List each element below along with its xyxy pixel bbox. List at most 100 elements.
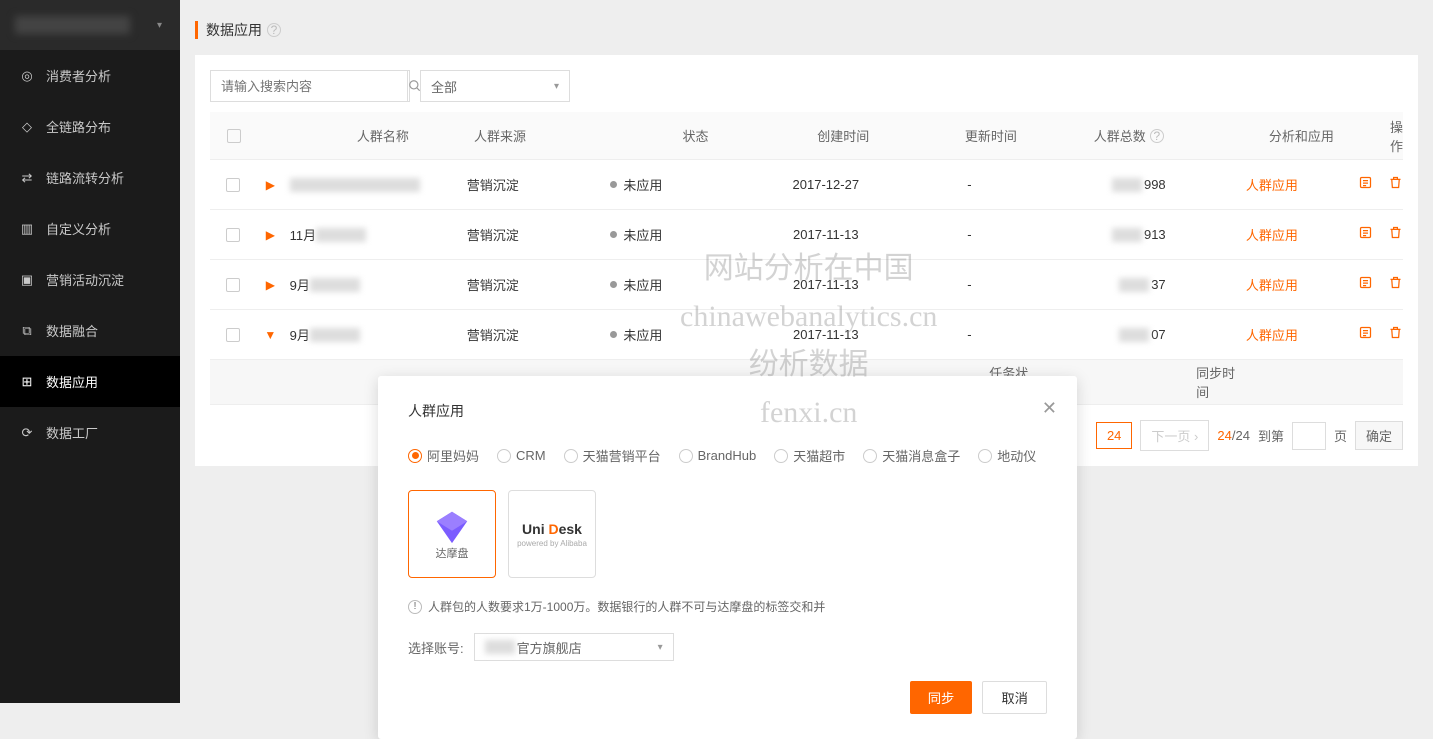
- cell-utime: -: [898, 227, 1042, 242]
- radio-option-6[interactable]: 地动仪: [978, 446, 1036, 465]
- jump-prefix: 到第: [1258, 426, 1284, 445]
- expand-icon[interactable]: ▶: [266, 228, 275, 242]
- nav-icon: ▥: [20, 222, 34, 236]
- radio-option-0[interactable]: 阿里妈妈: [408, 446, 479, 465]
- cell-status: 未应用: [610, 275, 754, 294]
- close-icon[interactable]: ✕: [1042, 398, 1057, 419]
- radio-label: BrandHub: [698, 448, 757, 463]
- delete-icon[interactable]: [1388, 225, 1403, 244]
- sidebar-item-5[interactable]: ⧉ 数据融合: [0, 305, 180, 356]
- sidebar-item-label: 数据应用: [46, 372, 98, 391]
- row-checkbox[interactable]: [226, 328, 240, 342]
- expand-icon[interactable]: ▶: [266, 278, 275, 292]
- table-row: ▶ 营销沉淀 未应用 2017-12-27 - 998 人群应用: [210, 160, 1403, 210]
- page-jump-confirm[interactable]: 确定: [1355, 421, 1403, 450]
- sidebar-item-label: 链路流转分析: [46, 168, 124, 187]
- header-name: 人群名称: [287, 126, 474, 145]
- account-row: 选择账号: 官方旗舰店 ▾: [408, 633, 1047, 661]
- delete-icon[interactable]: [1388, 325, 1403, 344]
- sidebar-item-0[interactable]: ◎消费者分析: [0, 50, 180, 101]
- page-jump-input[interactable]: [1292, 422, 1326, 450]
- sidebar-item-label: 消费者分析: [46, 66, 111, 85]
- sync-button[interactable]: 同步: [910, 681, 973, 714]
- cell-ctime: 2017-11-13: [754, 277, 898, 292]
- delete-icon[interactable]: [1388, 175, 1403, 194]
- row-checkbox[interactable]: [226, 278, 240, 292]
- apply-link[interactable]: 人群应用: [1246, 175, 1298, 194]
- cell-count: 07: [1041, 327, 1185, 342]
- select-all-checkbox[interactable]: [227, 129, 241, 143]
- account-select[interactable]: 官方旗舰店 ▾: [474, 633, 674, 661]
- delete-icon[interactable]: [1388, 275, 1403, 294]
- sidebar-item-6[interactable]: ⊞数据应用: [0, 356, 180, 407]
- info-icon: !: [408, 600, 422, 614]
- cell-status: 未应用: [610, 175, 754, 194]
- radio-icon: [863, 449, 877, 463]
- sidebar-header[interactable]: ▾: [0, 0, 180, 50]
- apply-link[interactable]: 人群应用: [1246, 275, 1298, 294]
- sidebar-item-4[interactable]: ▣营销活动沉淀: [0, 254, 180, 305]
- cell-analysis: 人群应用: [1186, 225, 1358, 244]
- radio-option-1[interactable]: CRM: [497, 446, 546, 465]
- sidebar-item-label: 数据融合: [46, 321, 98, 340]
- app-card-unidesk[interactable]: Uni Desk powered by Alibaba: [508, 490, 596, 578]
- cell-utime: -: [898, 327, 1042, 342]
- page-title-row: 数据应用 ?: [195, 20, 1418, 40]
- cell-analysis: 人群应用: [1186, 325, 1358, 344]
- sidebar-item-3[interactable]: ▥ 自定义分析: [0, 203, 180, 254]
- radio-option-3[interactable]: BrandHub: [679, 446, 757, 465]
- cell-source: 营销沉淀: [467, 275, 611, 294]
- sidebar-item-1[interactable]: ◇全链路分布: [0, 101, 180, 152]
- sidebar-item-7[interactable]: ⟳数据工厂: [0, 407, 180, 458]
- nav-icon: ⧉: [20, 324, 34, 338]
- edit-icon[interactable]: [1358, 325, 1373, 344]
- radio-label: 阿里妈妈: [427, 446, 479, 465]
- chevron-down-icon: ▾: [554, 81, 559, 92]
- radio-option-2[interactable]: 天猫营销平台: [564, 446, 661, 465]
- modal-footer: 同步 取消: [408, 681, 1047, 714]
- row-checkbox[interactable]: [226, 228, 240, 242]
- radio-label: 天猫消息盒子: [882, 446, 960, 465]
- cancel-button[interactable]: 取消: [982, 681, 1047, 714]
- jump-suffix: 页: [1334, 426, 1347, 445]
- apply-link[interactable]: 人群应用: [1246, 325, 1298, 344]
- sidebar-item-label: 营销活动沉淀: [46, 270, 124, 289]
- table-row: ▶ 9月 营销沉淀 未应用 2017-11-13 - 37 人群应用: [210, 260, 1403, 310]
- cell-status: 未应用: [610, 325, 754, 344]
- account-label: 选择账号:: [408, 638, 464, 657]
- help-icon[interactable]: ?: [1150, 129, 1164, 143]
- apply-link[interactable]: 人群应用: [1246, 225, 1298, 244]
- cell-name: [285, 178, 467, 192]
- radio-icon: [774, 449, 788, 463]
- edit-icon[interactable]: [1358, 225, 1373, 244]
- damopan-icon: [433, 507, 471, 545]
- help-icon[interactable]: ?: [267, 23, 281, 37]
- sidebar-item-label: 自定义分析: [46, 219, 111, 238]
- next-page-button[interactable]: 下一页 ›: [1140, 420, 1209, 451]
- info-row: ! 人群包的人数要求1万-1000万。数据银行的人群不可与达摩盘的标签交和并: [408, 598, 1047, 615]
- radio-option-5[interactable]: 天猫消息盒子: [863, 446, 960, 465]
- header-ops: 操作: [1390, 117, 1403, 155]
- header-utime: 更新时间: [917, 126, 1065, 145]
- search-input[interactable]: [211, 71, 407, 101]
- cell-source: 营销沉淀: [467, 175, 611, 194]
- edit-icon[interactable]: [1358, 175, 1373, 194]
- edit-icon[interactable]: [1358, 275, 1373, 294]
- nav-icon: ◇: [20, 120, 34, 134]
- sidebar-item-2[interactable]: ⇄链路流转分析: [0, 152, 180, 203]
- page-info: 24/24: [1217, 428, 1250, 443]
- radio-icon: [564, 449, 578, 463]
- cell-source: 营销沉淀: [467, 325, 611, 344]
- radio-option-4[interactable]: 天猫超市: [774, 446, 845, 465]
- expand-icon[interactable]: ▶: [266, 178, 275, 192]
- row-checkbox[interactable]: [226, 178, 240, 192]
- data-table: 人群名称 人群来源 状态 创建时间 更新时间 人群总数? 分析和应用 操作 ▶ …: [210, 112, 1403, 405]
- cell-source: 营销沉淀: [467, 225, 611, 244]
- page-current[interactable]: 24: [1096, 422, 1132, 449]
- filter-select[interactable]: 全部 ▾: [420, 70, 570, 102]
- app-card-damopan[interactable]: 达摩盘: [408, 490, 496, 578]
- brand-blur: [15, 16, 130, 34]
- search-box: [210, 70, 410, 102]
- cell-status: 未应用: [610, 225, 754, 244]
- expand-icon[interactable]: ▼: [264, 328, 276, 342]
